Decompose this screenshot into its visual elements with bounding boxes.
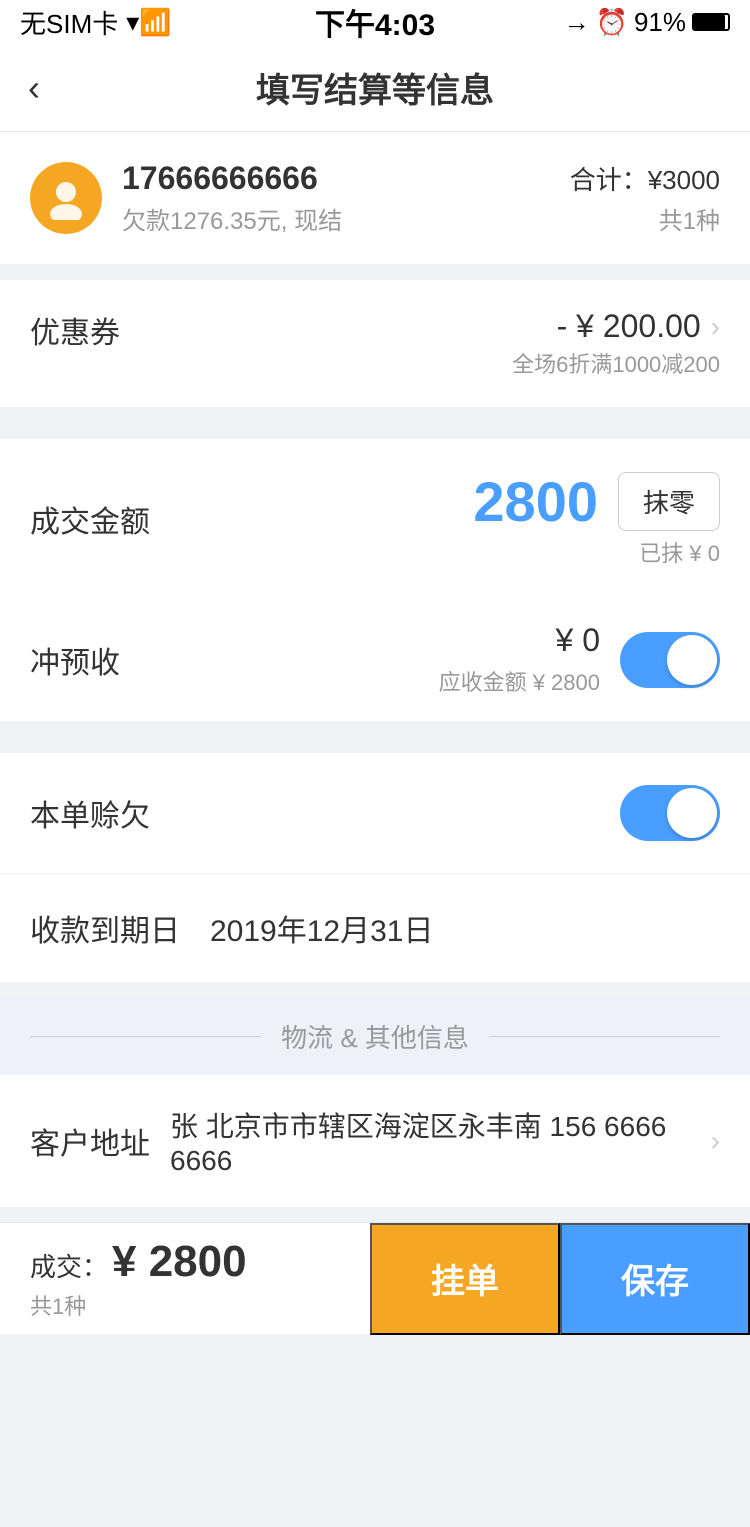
address-chevron-icon: ›: [711, 1125, 720, 1157]
customer-phone: 17666666666: [122, 160, 342, 197]
address-label: 客户地址: [30, 1119, 150, 1163]
customer-left: 17666666666 欠款1276.35元, 现结: [30, 160, 342, 236]
chongyu-label: 冲预收: [30, 638, 120, 682]
address-row[interactable]: 客户地址 张 北京市市辖区海淀区永丰南 156 6666 6666 ›: [0, 1075, 750, 1207]
benshanqiaoqian-toggle[interactable]: [620, 785, 720, 841]
bottom-amount: ¥ 2800: [112, 1237, 247, 1287]
benshanqiaoqian-toggle-knob: [667, 788, 717, 838]
round-button[interactable]: 抹零: [618, 472, 720, 531]
status-time: 下午4:03: [315, 0, 435, 44]
nav-title: 填写结算等信息: [256, 63, 494, 112]
chongyu-toggle[interactable]: [620, 632, 720, 688]
chongyu-right: ¥ 0 应收金额 ¥ 2800: [439, 622, 600, 697]
coupon-amount: - ¥ 200.00: [557, 308, 701, 345]
customer-subtitle: 欠款1276.35元, 现结: [122, 201, 342, 236]
amount-section: 成交金额 2800 抹零 已抹 ¥ 0 冲预收 ¥ 0 应收金额 ¥ 2800: [0, 439, 750, 721]
battery-icon: [692, 13, 730, 31]
customer-card: 17666666666 欠款1276.35元, 现结 合计：¥3000 共1种: [0, 132, 750, 264]
amount-row: 成交金额 2800 抹零 已抹 ¥ 0: [0, 439, 750, 598]
duedate-value: 2019年12月31日: [210, 906, 433, 950]
logistics-label: 物流 & 其他信息: [281, 1018, 469, 1055]
amount-value-wrap: 2800 抹零: [473, 469, 720, 534]
coupon-section: 优惠券 - ¥ 200.00 › 全场6折满1000减200: [0, 280, 750, 407]
customer-info: 17666666666 欠款1276.35元, 现结: [122, 160, 342, 236]
wifi-icon: ▾📶: [126, 7, 171, 38]
logistics-divider: 物流 & 其他信息: [0, 998, 750, 1075]
coupon-chevron-icon: ›: [711, 311, 720, 343]
status-bar: 无SIM卡 ▾📶 下午4:03 → ⏰ 91%: [0, 0, 750, 44]
location-icon: →: [564, 7, 590, 38]
status-right: → ⏰ 91%: [564, 7, 730, 38]
alarm-icon: ⏰: [596, 7, 628, 38]
carrier-text: 无SIM卡: [20, 4, 118, 41]
duedate-row: 收款到期日 2019年12月31日: [0, 874, 750, 982]
logistics-line-left: [30, 1036, 261, 1037]
bottom-count: 共1种: [30, 1289, 340, 1321]
amount-label: 成交金额: [30, 497, 150, 541]
divider-3: [0, 982, 750, 998]
amount-sub: 已抹 ¥ 0: [639, 536, 720, 568]
chongyu-amount: ¥ 0: [556, 622, 600, 659]
benshandanqiaoqian-label: 本单赊欠: [30, 791, 150, 835]
bottom-bar: 成交： ¥ 2800 共1种 挂单 保存: [0, 1222, 750, 1334]
amount-number: 2800: [473, 469, 598, 534]
status-left: 无SIM卡 ▾📶: [20, 4, 172, 41]
nav-bar: ‹ 填写结算等信息: [0, 44, 750, 132]
chongyu-row: 冲预收 ¥ 0 应收金额 ¥ 2800: [0, 598, 750, 721]
bottom-left: 成交： ¥ 2800 共1种: [0, 1237, 370, 1321]
battery-text: 91%: [634, 7, 686, 38]
coupon-label: 优惠券: [30, 308, 120, 352]
total-count: 共1种: [570, 201, 720, 236]
total-label: 合计：¥3000: [570, 160, 720, 197]
benshanrow: 本单赊欠: [0, 753, 750, 873]
address-value: 张 北京市市辖区海淀区永丰南 156 6666 6666: [150, 1105, 711, 1177]
save-button[interactable]: 保存: [560, 1223, 750, 1335]
divider-1: [0, 423, 750, 439]
duedate-label: 收款到期日: [30, 906, 180, 950]
coupon-row[interactable]: 优惠券 - ¥ 200.00 › 全场6折满1000减200: [0, 280, 750, 407]
back-button[interactable]: ‹: [28, 67, 40, 109]
transaction-label: 成交：: [30, 1247, 108, 1284]
avatar: [30, 162, 102, 234]
hold-button[interactable]: 挂单: [370, 1223, 560, 1335]
toggle-knob: [667, 635, 717, 685]
customer-right: 合计：¥3000 共1种: [570, 160, 720, 236]
divider-2: [0, 737, 750, 753]
logistics-line-right: [489, 1036, 720, 1037]
chongyu-sub: 应收金额 ¥ 2800: [439, 665, 600, 697]
coupon-desc: 全场6折满1000减200: [512, 347, 720, 379]
